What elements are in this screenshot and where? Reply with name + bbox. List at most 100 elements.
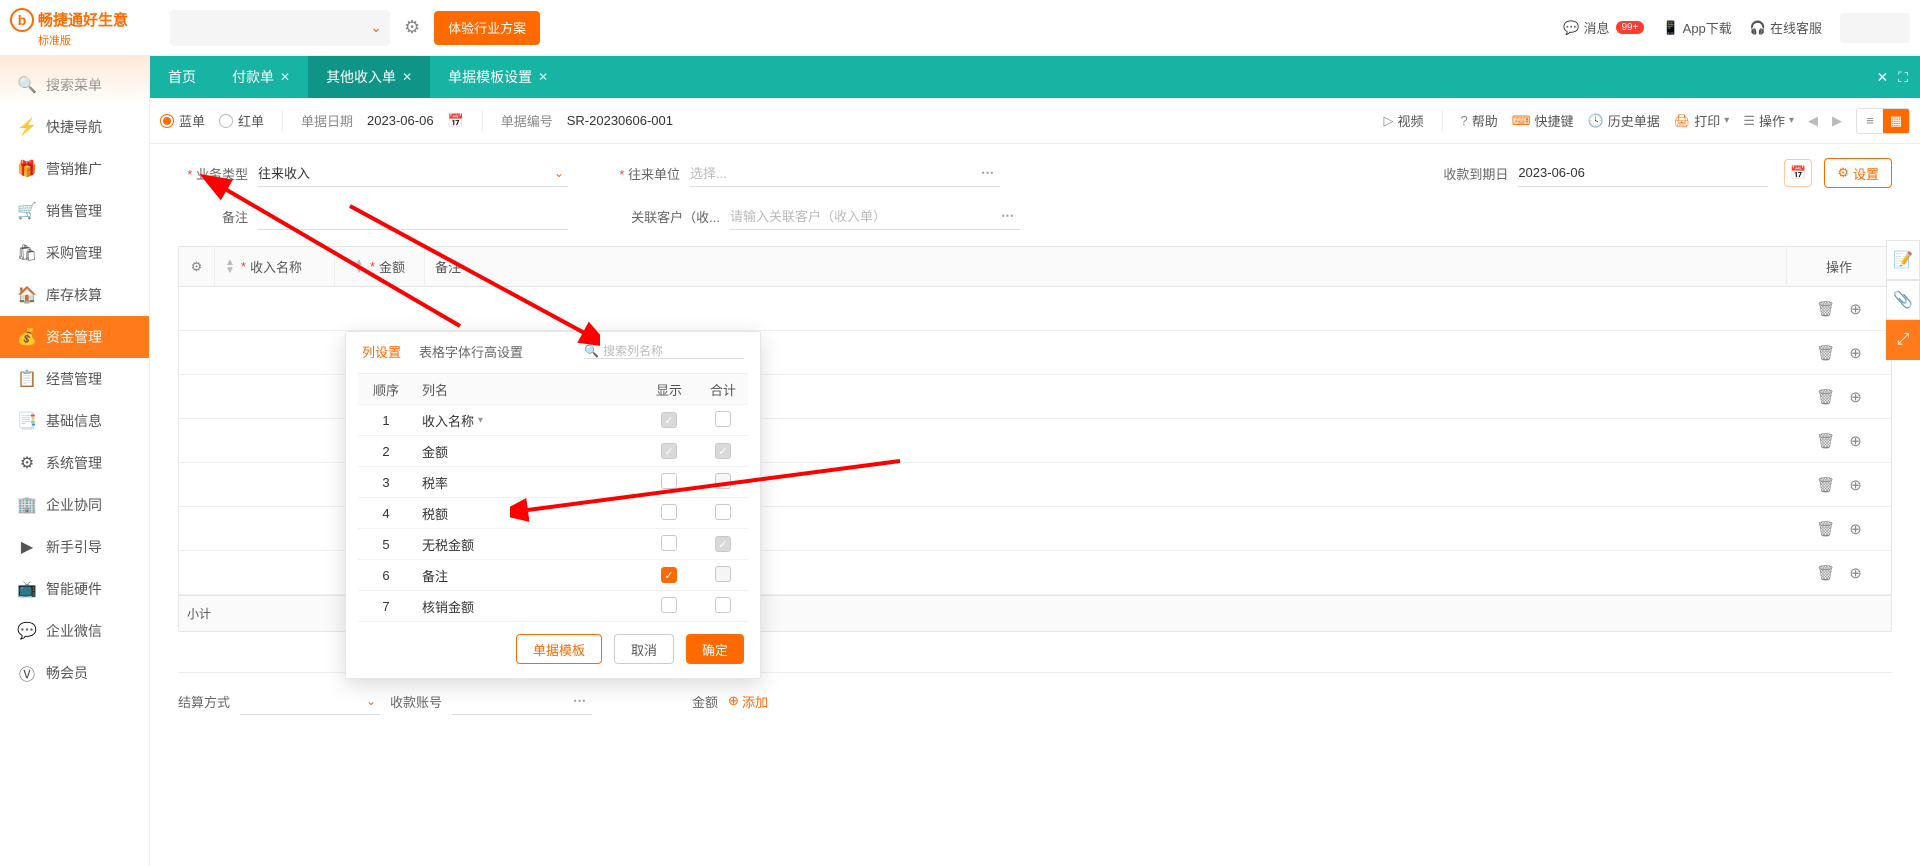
rel-customer-input[interactable]: 请输入关联客户（收入单） ⋯	[730, 202, 1020, 230]
rail-attach-icon[interactable]: 📎	[1886, 280, 1920, 320]
settings-button[interactable]: ⚙设置	[1824, 158, 1892, 188]
remark-input[interactable]	[258, 202, 568, 230]
popup-row[interactable]: 2 金额 ✓ ✓	[358, 436, 748, 467]
add-row-icon[interactable]: ⊕	[1849, 564, 1862, 582]
settle-method-select[interactable]: ⌄	[240, 687, 380, 715]
tab-单据模板设置[interactable]: 单据模板设置✕	[430, 56, 566, 98]
view-list-icon[interactable]: ≡	[1857, 109, 1883, 133]
radio-red[interactable]: 红单	[219, 111, 264, 130]
checkbox-icon[interactable]	[661, 473, 677, 489]
popup-row[interactable]: 5 无税金额 ✓	[358, 529, 748, 560]
col-amount[interactable]: ▲▼ *金额	[335, 247, 425, 286]
sidebar-item-fund[interactable]: 💰资金管理	[0, 316, 149, 358]
add-row-icon[interactable]: ⊕	[1849, 476, 1862, 494]
biz-type-select[interactable]: 往来收入 ⌄	[258, 159, 568, 187]
nav-prev-icon[interactable]: ◀	[1808, 113, 1818, 129]
nav-next-icon[interactable]: ▶	[1832, 113, 1842, 129]
popup-row[interactable]: 4 税额	[358, 498, 748, 529]
tab-close-icon[interactable]: ✕	[1876, 69, 1888, 86]
app-download-link[interactable]: 📱 App下载	[1662, 18, 1731, 37]
messages-link[interactable]: 💬 消息 99+	[1563, 18, 1644, 37]
column-settings-gear-icon[interactable]: ⚙	[179, 247, 215, 286]
rail-expand-icon[interactable]: ⤢	[1886, 320, 1920, 360]
radio-blue[interactable]: 蓝单	[160, 111, 205, 130]
add-settlement-link[interactable]: ⊕添加	[728, 692, 768, 711]
checkbox-icon[interactable]: ✓	[661, 567, 677, 583]
header-gear-icon[interactable]: ⚙	[404, 17, 420, 38]
checkbox-icon[interactable]	[715, 504, 731, 520]
sidebar-item-guide[interactable]: ▶新手引导	[0, 526, 149, 568]
tab-其他收入单[interactable]: 其他收入单✕	[308, 56, 430, 98]
view-card-icon[interactable]: ▦	[1883, 109, 1909, 133]
popup-search[interactable]: 🔍	[584, 344, 744, 359]
popup-tab-font[interactable]: 表格字体行高设置	[419, 342, 523, 361]
add-row-icon[interactable]: ⊕	[1849, 388, 1862, 406]
close-icon[interactable]: ✕	[538, 70, 548, 84]
cancel-button[interactable]: 取消	[614, 634, 674, 664]
checkbox-icon[interactable]	[661, 504, 677, 520]
sidebar-item-purchase[interactable]: 🛍采购管理	[0, 232, 149, 274]
confirm-button[interactable]: 确定	[686, 634, 744, 664]
tab-首页[interactable]: 首页	[150, 56, 214, 98]
rail-note-icon[interactable]: 📝	[1886, 240, 1920, 280]
popup-row[interactable]: 3 税率	[358, 467, 748, 498]
checkbox-icon[interactable]	[661, 535, 677, 551]
tab-expand-icon[interactable]: ⛶	[1898, 69, 1908, 86]
doc-date-value[interactable]: 2023-06-06	[367, 113, 434, 128]
add-row-icon[interactable]: ⊕	[1849, 432, 1862, 450]
add-row-icon[interactable]: ⊕	[1849, 344, 1862, 362]
online-service-link[interactable]: 🎧 在线客服	[1750, 18, 1822, 37]
checkbox-icon[interactable]	[715, 411, 731, 427]
checkbox-icon[interactable]	[661, 597, 677, 613]
close-icon[interactable]: ✕	[402, 70, 412, 84]
sidebar-item-sales[interactable]: 🛒销售管理	[0, 190, 149, 232]
popup-search-input[interactable]	[603, 344, 744, 358]
add-row-icon[interactable]: ⊕	[1849, 300, 1862, 318]
sidebar-item-vip[interactable]: Ⓥ畅会员	[0, 652, 149, 694]
company-selector[interactable]: ⌄	[170, 10, 390, 46]
tab-付款单[interactable]: 付款单✕	[214, 56, 308, 98]
checkbox-icon[interactable]: ✓	[661, 443, 677, 459]
help-link[interactable]: ?帮助	[1461, 111, 1498, 130]
calendar-icon[interactable]: 📅	[448, 113, 464, 129]
sidebar-item-wecom[interactable]: 💬企业微信	[0, 610, 149, 652]
template-button[interactable]: 单据模板	[516, 634, 602, 664]
checkbox-icon[interactable]: ✓	[715, 536, 731, 552]
table-row[interactable]: 🗑⊕	[179, 287, 1891, 331]
checkbox-icon[interactable]: ✓	[661, 412, 677, 428]
delete-row-icon[interactable]: 🗑	[1816, 520, 1835, 538]
sidebar-item-quick[interactable]: ⚡快捷导航	[0, 106, 149, 148]
sidebar-item-basic[interactable]: 📑基础信息	[0, 400, 149, 442]
checkbox-icon[interactable]: ✓	[715, 443, 731, 459]
sidebar-item-biz[interactable]: 📋经营管理	[0, 358, 149, 400]
chevron-down-icon[interactable]: ▾	[478, 415, 483, 426]
delete-row-icon[interactable]: 🗑	[1816, 564, 1835, 582]
account-select[interactable]: ⋯	[452, 687, 592, 715]
delete-row-icon[interactable]: 🗑	[1816, 476, 1835, 494]
sidebar-item-promo[interactable]: 🎁营销推广	[0, 148, 149, 190]
add-row-icon[interactable]: ⊕	[1849, 520, 1862, 538]
calendar-orange-icon[interactable]: 📅	[1784, 159, 1812, 187]
ops-link[interactable]: ☰操作▾	[1743, 111, 1794, 130]
sidebar-item-ent[interactable]: 🏢企业协同	[0, 484, 149, 526]
delete-row-icon[interactable]: 🗑	[1816, 388, 1835, 406]
partner-select[interactable]: 选择... ⋯	[690, 159, 1000, 187]
delete-row-icon[interactable]: 🗑	[1816, 432, 1835, 450]
video-link[interactable]: ▷视频	[1383, 111, 1423, 130]
sidebar-item-search[interactable]: 🔍搜索菜单	[0, 64, 149, 106]
checkbox-icon[interactable]	[715, 597, 731, 613]
popup-tab-columns[interactable]: 列设置	[362, 342, 401, 361]
delete-row-icon[interactable]: 🗑	[1816, 300, 1835, 318]
popup-row[interactable]: 7 核销金额	[358, 591, 748, 622]
popup-row[interactable]: 1 收入名称 ▾ ✓	[358, 405, 748, 436]
user-avatar-placeholder[interactable]	[1840, 13, 1910, 43]
sidebar-item-stock[interactable]: 🏠库存核算	[0, 274, 149, 316]
try-industry-button[interactable]: 体验行业方案	[434, 11, 540, 45]
history-link[interactable]: 🕓历史单据	[1588, 111, 1660, 130]
due-date-input[interactable]: 2023-06-06	[1518, 159, 1768, 187]
sidebar-item-system[interactable]: ⚙系统管理	[0, 442, 149, 484]
sidebar-item-smart[interactable]: 📺智能硬件	[0, 568, 149, 610]
popup-row[interactable]: 6 备注 ✓	[358, 560, 748, 591]
delete-row-icon[interactable]: 🗑	[1816, 344, 1835, 362]
print-link[interactable]: 🖨打印▾	[1674, 111, 1730, 130]
